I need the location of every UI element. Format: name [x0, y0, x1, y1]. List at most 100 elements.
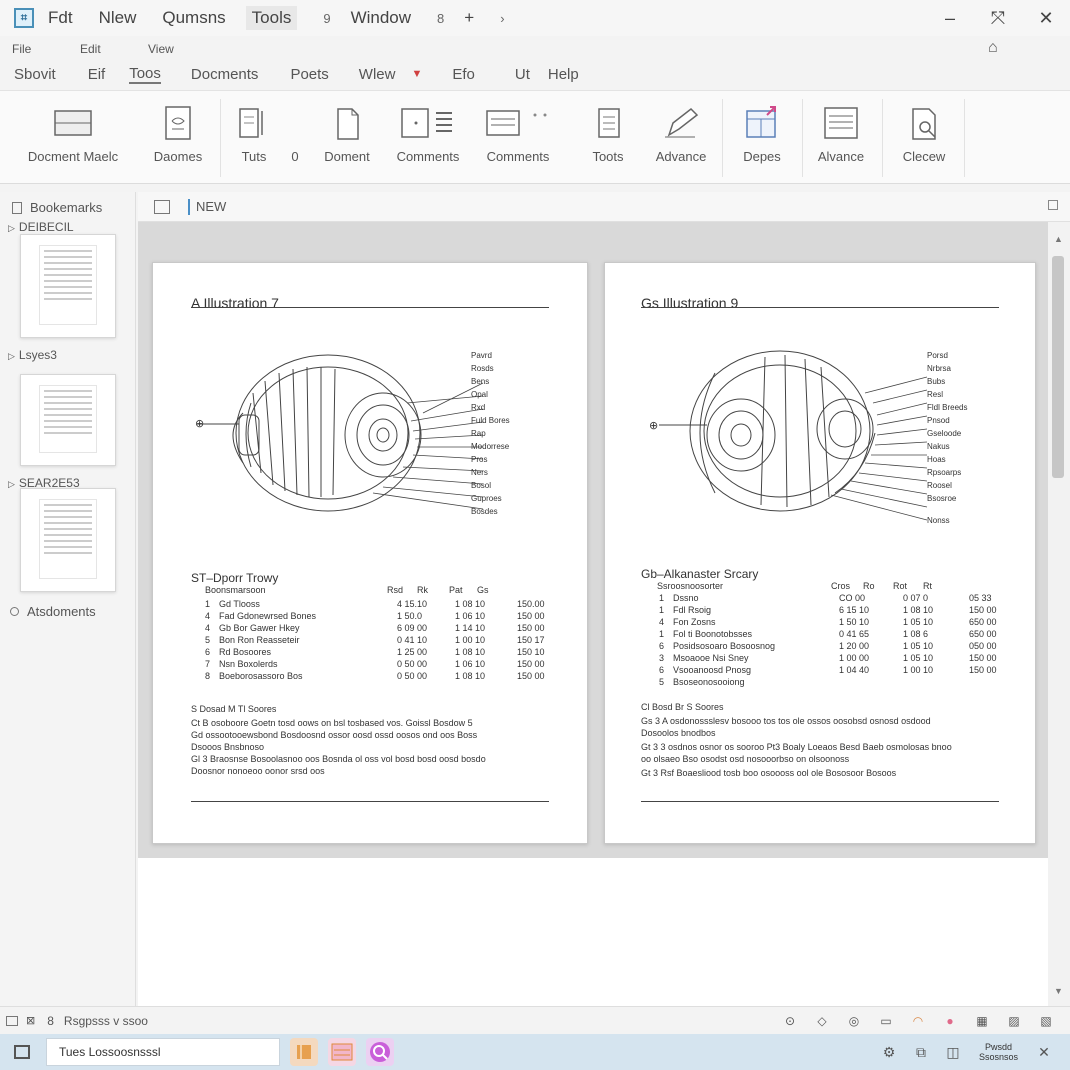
ribbon-document-button[interactable]: Doment [314, 91, 380, 185]
taskbar-search-field[interactable]: Tues Lossoosnsssl [46, 1038, 280, 1066]
status-icon[interactable]: ▨ [998, 1014, 1030, 1028]
ribbon-advance-button[interactable]: Advance [646, 91, 716, 185]
scrollbar-thumb[interactable] [1052, 256, 1064, 478]
table-row: 6 Rd Bosoores 1 25 00 1 08 10 150 10 [205, 647, 545, 657]
bookmarks-pane: Bookemarks ▷ DEIBECIL ▷ Lsyes3 ▷ SEAR2E53 A… [0, 192, 136, 1006]
ribbon-document-mask-button[interactable]: Docment Maelc [18, 91, 128, 185]
summary-title: ST–Dporr Trowy [191, 571, 279, 585]
ribbon-toots-button[interactable]: Toots [580, 91, 636, 185]
ribbon-text-button[interactable]: Tuts [232, 91, 276, 185]
title-menu-item[interactable]: 9 [323, 11, 330, 26]
minimize-button[interactable]: – [926, 0, 974, 36]
ribbon-comments-button[interactable]: Comments [392, 91, 464, 185]
note-line: Dsooos Bnsbnoso [191, 742, 265, 752]
bookmarks-header[interactable]: Bookemarks [12, 200, 102, 215]
scroll-up-icon[interactable]: ▲ [1054, 234, 1063, 244]
menu-file[interactable]: File [12, 42, 68, 56]
table-row: 5 Bsoseonosooiong [659, 677, 745, 687]
expand-icon[interactable]: ▷ [8, 351, 15, 361]
bookmark-section[interactable]: ▷ Lsyes3 [8, 348, 57, 362]
expand-icon[interactable]: ▷ [8, 479, 15, 489]
callout-label: Rpsoarps [927, 468, 962, 477]
callout-label: Porsd [927, 351, 948, 360]
status-icon[interactable]: ◎ [838, 1014, 870, 1028]
tab-help[interactable]: Help [548, 66, 579, 83]
document-icon [332, 105, 362, 141]
vertical-scrollbar[interactable]: ▲ ▼ [1048, 222, 1070, 1006]
title-menu-item[interactable]: Fdt [48, 8, 73, 28]
tab-item[interactable]: Docments [191, 66, 259, 83]
expand-view-icon[interactable] [1048, 200, 1058, 210]
bookmark-section[interactable]: ▷ DEIBECIL [8, 220, 74, 234]
clock[interactable]: Pwsdd Ssosnsos [979, 1042, 1018, 1062]
tab-item[interactable]: Poets [290, 66, 328, 83]
chevron-down-icon[interactable]: ▼ [411, 68, 422, 80]
menu-view[interactable]: View [148, 42, 204, 56]
diagram-marker-icon: ⊕ [649, 420, 659, 432]
tab-item-active[interactable]: Toos [129, 65, 161, 84]
attachment-icon [10, 607, 19, 616]
callout-label: Resl [927, 390, 944, 399]
ribbon-pages-button[interactable]: Daomes [146, 91, 210, 185]
tab-item[interactable]: Ut [515, 66, 530, 83]
tab-item[interactable]: Sbovit [14, 66, 56, 83]
ribbon-separator [722, 99, 723, 177]
title-menu-item[interactable]: Window [351, 8, 411, 28]
status-icon[interactable]: ● [934, 1014, 966, 1028]
copy-icon[interactable]: ⧉ [905, 1044, 937, 1061]
settings-icon[interactable]: ⚙ [873, 1044, 905, 1061]
panel-icon[interactable] [154, 199, 170, 214]
status-icon[interactable]: ◇ [806, 1014, 838, 1028]
start-icon[interactable] [14, 1045, 30, 1059]
page-thumbnail[interactable] [20, 488, 116, 592]
note-line: Gs 3 A osdonossslesv bosooo tos tos ole … [641, 716, 931, 726]
callout-label: Bsosroe [927, 494, 957, 503]
ribbon-zero-button[interactable]: 0 [284, 91, 306, 185]
ribbon-clecew-button[interactable]: Clecew [892, 91, 956, 185]
parts-table: Ssroosnoosorter Cros Ro Rot Rt 1 Dssno C… [605, 581, 1035, 693]
ribbon-comments-list-button[interactable]: Comments [478, 91, 558, 185]
title-menu-item[interactable]: 8 [437, 11, 444, 26]
document-page: Gs Illustration 9 ⊕ Porsd Nrbrsa Bubs Re… [604, 262, 1036, 844]
tab-item[interactable]: Eif [88, 66, 106, 83]
close-button[interactable]: ✕ [1022, 0, 1070, 36]
title-menu-item[interactable]: Nlew [99, 8, 137, 28]
menu-edit[interactable]: Edit [80, 42, 136, 56]
ribbon-separator [802, 99, 803, 177]
scroll-down-icon[interactable]: ▼ [1054, 986, 1063, 996]
page-thumbnail[interactable] [20, 374, 116, 466]
ribbon-separator [964, 99, 965, 177]
tab-item[interactable]: Wlew [359, 66, 396, 83]
attachments-item[interactable]: Atsdoments [10, 604, 96, 619]
tab-item[interactable]: Efo [452, 66, 475, 83]
taskbar-notes-icon[interactable] [328, 1038, 356, 1066]
page-title: Gs Illustration 9 [641, 295, 739, 311]
maximize-button[interactable]: ⤧ [974, 0, 1022, 36]
taskbar-search-app-icon[interactable] [366, 1038, 394, 1066]
status-icon[interactable]: ▭ [870, 1014, 902, 1028]
table-row: 1 Fol ti Boonotobsses 0 41 65 1 08 6 650… [659, 629, 997, 639]
status-icon[interactable]: ▧ [1030, 1014, 1062, 1028]
search-doc-icon [907, 105, 941, 141]
tabs-bar: Sbovit Eif Toos Docments Poets Wlew ▼ Ef… [0, 60, 1070, 88]
ribbon-alvance-button[interactable]: Alvance [808, 91, 874, 185]
title-menu-item[interactable]: Qumsns [162, 8, 225, 28]
expand-icon[interactable]: ▷ [8, 223, 15, 233]
taskbar-app-icon[interactable] [290, 1038, 318, 1066]
close-icon[interactable]: ✕ [1028, 1044, 1060, 1061]
title-menu-item-active[interactable]: Tools [245, 6, 298, 30]
overflow-icon[interactable]: › [500, 11, 504, 26]
monitor-icon[interactable]: ◫ [937, 1044, 969, 1061]
new-tab-button[interactable]: + [464, 8, 474, 28]
callout-label: Rosds [471, 364, 494, 373]
ribbon-export-button[interactable]: Depes [732, 91, 792, 185]
home-icon[interactable]: ⌂ [988, 39, 1044, 57]
status-icon[interactable]: ▦ [966, 1014, 998, 1028]
callout-label: Fuld Bores [471, 416, 510, 425]
layout-icon[interactable] [6, 1015, 18, 1026]
status-icon[interactable]: ⊙ [774, 1014, 806, 1028]
status-icon[interactable]: ◠ [902, 1014, 934, 1028]
table-header-row: Ssroosnoosorter Cros Ro Rot Rt [657, 581, 932, 591]
table-row: 1 Gd Tlooss 4 15.10 1 08 10 150.00 [205, 599, 545, 609]
page-thumbnail[interactable] [20, 234, 116, 338]
